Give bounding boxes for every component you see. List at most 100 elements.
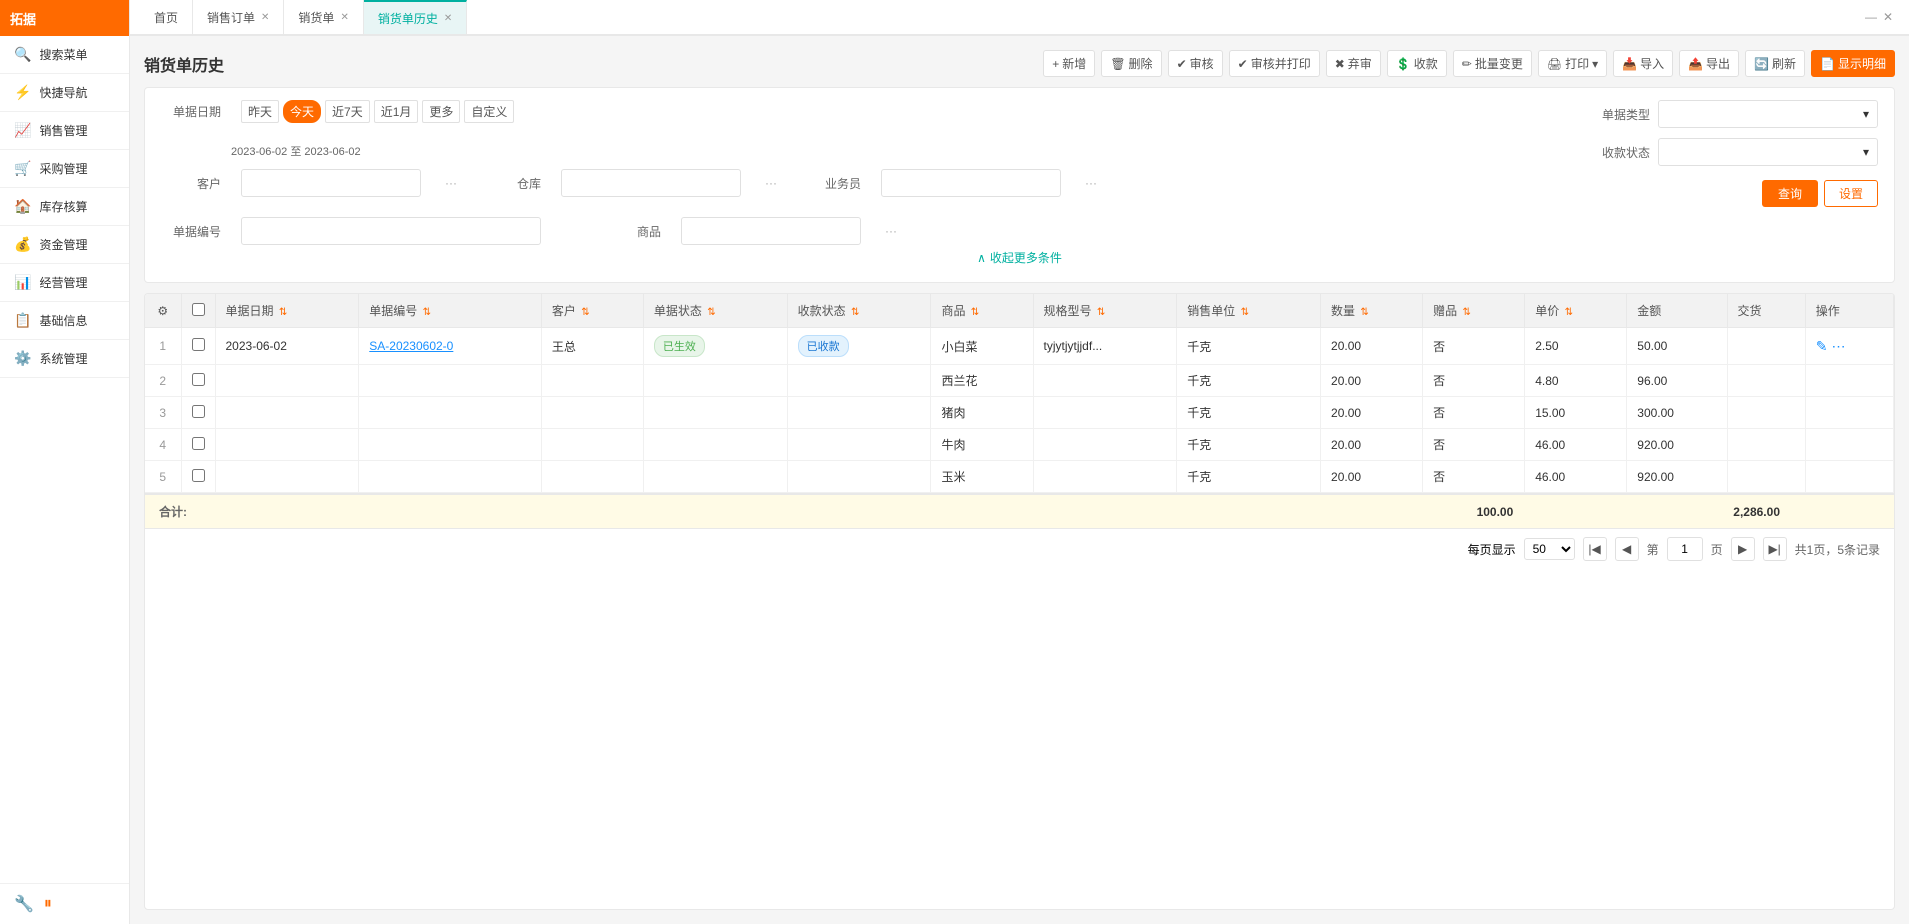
date-range-display: 2023-06-02 至 2023-06-02 — [231, 146, 361, 158]
filter-section: 单据日期 昨天 今天 近7天 近1月 更多 自定义 — [144, 87, 1895, 283]
tab-sales-order-label: 销售订单 — [207, 9, 255, 26]
row-checkbox-0[interactable] — [181, 328, 215, 365]
th-collect-status[interactable]: 收款状态 ⇅ — [787, 294, 931, 328]
qty-sort-icon: ⇅ — [1360, 307, 1368, 318]
th-qty[interactable]: 数量 ⇅ — [1321, 294, 1423, 328]
sidebar-item-inventory[interactable]: 🏠 库存核算 — [0, 188, 129, 226]
th-customer[interactable]: 客户 ⇅ — [541, 294, 643, 328]
collect-button[interactable]: 💲 收款 — [1387, 50, 1447, 77]
collapse-button[interactable]: ∧ 收起更多条件 — [161, 245, 1878, 270]
tab-sales-history[interactable]: 销货单历史 ✕ — [364, 0, 467, 34]
th-amount: 金额 — [1627, 294, 1727, 328]
goods-label: 商品 — [601, 223, 661, 240]
select-all-checkbox[interactable] — [192, 303, 205, 316]
th-checkbox[interactable] — [181, 294, 215, 328]
goods-input[interactable] — [681, 217, 861, 245]
th-spec[interactable]: 规格型号 ⇅ — [1033, 294, 1177, 328]
sidebar-item-label: 销售管理 — [39, 122, 87, 139]
page-size-select[interactable]: 50 100 200 — [1524, 538, 1575, 560]
tab-sales-delivery[interactable]: 销货单 ✕ — [284, 0, 363, 34]
row-spec-4 — [1033, 461, 1177, 493]
th-unit[interactable]: 销售单位 ⇅ — [1177, 294, 1321, 328]
tab-close-all-icon[interactable]: ✕ — [1883, 10, 1893, 24]
tab-sales-order-close[interactable]: ✕ — [261, 12, 269, 23]
next-page-button[interactable]: ▶ — [1731, 537, 1755, 561]
row-checkbox-4[interactable] — [181, 461, 215, 493]
row-unit-3: 千克 — [1177, 429, 1321, 461]
th-unit-price[interactable]: 单价 ⇅ — [1525, 294, 1627, 328]
tab-sales-delivery-close[interactable]: ✕ — [340, 12, 348, 23]
th-doc-date[interactable]: 单据日期 ⇅ — [215, 294, 359, 328]
sidebar-item-label: 资金管理 — [39, 236, 87, 253]
th-doc-status[interactable]: 单据状态 ⇅ — [643, 294, 787, 328]
th-goods[interactable]: 商品 ⇅ — [931, 294, 1033, 328]
sidebar-collapse-icon[interactable]: ⏸ — [44, 895, 52, 913]
batch-change-button[interactable]: ✏ 批量变更 — [1453, 50, 1532, 77]
salesperson-more-icon[interactable]: ··· — [1081, 176, 1101, 190]
row-doc-no-0[interactable]: SA-20230602-0 — [359, 328, 542, 365]
row-num-1: 2 — [145, 365, 181, 397]
audit-print-button[interactable]: ✔ 审核并打印 — [1229, 50, 1320, 77]
th-gift[interactable]: 赠品 ⇅ — [1423, 294, 1525, 328]
page-number-input[interactable]: 1 — [1667, 537, 1703, 561]
doc-no-link[interactable]: SA-20230602-0 — [369, 339, 453, 353]
sidebar-item-basic-info[interactable]: 📋 基础信息 — [0, 302, 129, 340]
row-amount-3: 920.00 — [1627, 429, 1727, 461]
refresh-button[interactable]: 🔄 刷新 — [1745, 50, 1805, 77]
discard-button[interactable]: ✖ 弃审 — [1326, 50, 1381, 77]
sidebar-item-sales-mgmt[interactable]: 📈 销售管理 — [0, 112, 129, 150]
customer-input[interactable] — [241, 169, 421, 197]
row-more-icon[interactable]: ⋯ — [1831, 338, 1845, 355]
th-gear[interactable]: ⚙ — [145, 294, 181, 328]
sidebar-item-finance-mgmt[interactable]: 💰 资金管理 — [0, 226, 129, 264]
query-button[interactable]: 查询 — [1762, 180, 1818, 207]
date-7days[interactable]: 近7天 — [325, 100, 370, 123]
import-button[interactable]: 📥 导入 — [1613, 50, 1673, 77]
audit-print-icon: ✔ — [1238, 57, 1248, 71]
first-page-button[interactable]: |◀ — [1583, 537, 1607, 561]
row-checkbox-2[interactable] — [181, 397, 215, 429]
row-transaction-2 — [1727, 397, 1805, 429]
row-doc-no-2 — [359, 397, 542, 429]
print-button[interactable]: 🖨 打印 ▾ — [1538, 50, 1607, 77]
row-checkbox-1[interactable] — [181, 365, 215, 397]
warehouse-more-icon[interactable]: ··· — [761, 176, 781, 190]
sidebar-item-purchase-mgmt[interactable]: 🛒 采购管理 — [0, 150, 129, 188]
audit-button[interactable]: ✔ 审核 — [1168, 50, 1223, 77]
date-today[interactable]: 今天 — [283, 100, 321, 123]
date-more[interactable]: 更多 — [422, 100, 460, 123]
delete-button[interactable]: 🗑 删除 — [1101, 50, 1161, 77]
doc-type-select[interactable]: ▾ — [1658, 100, 1878, 128]
tab-min-icon[interactable]: — — [1865, 10, 1877, 24]
new-button[interactable]: + 新增 — [1043, 50, 1095, 77]
docno-input[interactable] — [241, 217, 541, 245]
row-unit-2: 千克 — [1177, 397, 1321, 429]
tab-sales-history-close[interactable]: ✕ — [444, 13, 452, 24]
warehouse-input[interactable] — [561, 169, 741, 197]
sidebar-item-search-menu[interactable]: 🔍 搜索菜单 — [0, 36, 129, 74]
show-detail-button[interactable]: 📄 显示明细 — [1811, 50, 1895, 77]
sidebar-item-sys-mgmt[interactable]: ⚙️ 系统管理 — [0, 340, 129, 378]
th-doc-no[interactable]: 单据编号 ⇅ — [359, 294, 542, 328]
goods-more-icon[interactable]: ··· — [881, 224, 901, 238]
date-1month[interactable]: 近1月 — [374, 100, 419, 123]
row-edit-icon[interactable]: ✎ — [1816, 338, 1828, 355]
tab-sales-order[interactable]: 销售订单 ✕ — [193, 0, 284, 34]
customer-more-icon[interactable]: ··· — [441, 176, 461, 190]
row-qty-4: 20.00 — [1321, 461, 1423, 493]
sidebar-item-ops-mgmt[interactable]: 📊 经营管理 — [0, 264, 129, 302]
row-checkbox-3[interactable] — [181, 429, 215, 461]
export-button[interactable]: 📤 导出 — [1679, 50, 1739, 77]
salesperson-input[interactable] — [881, 169, 1061, 197]
collect-status-select[interactable]: ▾ — [1658, 138, 1878, 166]
settings-button[interactable]: 设置 — [1824, 180, 1878, 207]
prev-page-button[interactable]: ◀ — [1615, 537, 1639, 561]
last-page-button[interactable]: ▶| — [1763, 537, 1787, 561]
sidebar-settings-icon[interactable]: 🔧 — [14, 894, 34, 914]
tab-home[interactable]: 首页 — [140, 0, 193, 34]
date-yesterday[interactable]: 昨天 — [241, 100, 279, 123]
filter-row-date: 单据日期 昨天 今天 近7天 近1月 更多 自定义 — [161, 100, 1570, 123]
date-custom[interactable]: 自定义 — [464, 100, 514, 123]
total-info: 共1页，5条记录 — [1795, 541, 1880, 558]
sidebar-item-quick-nav[interactable]: ⚡ 快捷导航 — [0, 74, 129, 112]
